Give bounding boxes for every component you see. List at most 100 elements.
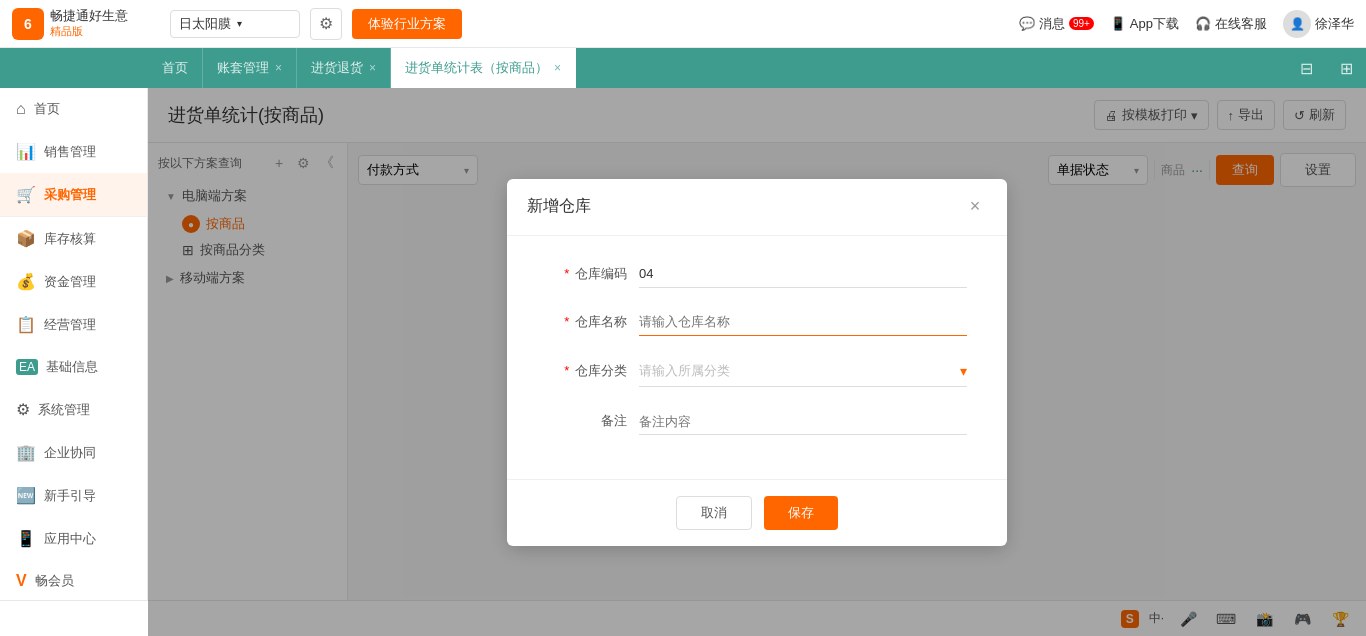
trial-button[interactable]: 体验行业方案: [352, 9, 462, 39]
tab-minimize-button[interactable]: ⊟: [1286, 48, 1326, 88]
cancel-button[interactable]: 取消: [676, 496, 752, 530]
message-icon: 💬: [1019, 16, 1035, 31]
app-edition: 精品版: [50, 24, 128, 39]
tab-bar-actions: ⊟ ⊞: [1286, 48, 1366, 88]
sidebar-item-operations[interactable]: 📋 经营管理: [0, 303, 147, 346]
messages-badge: 99+: [1069, 17, 1094, 30]
logo-area: 6 畅捷通好生意 精品版: [12, 8, 160, 40]
code-input[interactable]: [639, 260, 967, 288]
sidebar-item-member[interactable]: V 畅会员: [0, 560, 147, 602]
modal-header: 新增仓库 ×: [507, 179, 1007, 236]
code-label: * 仓库编码: [547, 265, 627, 283]
tab-home-label: 首页: [162, 59, 188, 77]
tab-purchase-stats-label: 进货单统计表（按商品）: [405, 59, 548, 77]
member-icon: V: [16, 572, 27, 590]
tab-home[interactable]: 首页: [148, 48, 203, 88]
sidebar-item-guide[interactable]: 🆕 新手引导: [0, 474, 147, 517]
sidebar-item-purchase[interactable]: 🛒 采购管理: [0, 173, 147, 216]
avatar: 👤: [1283, 10, 1311, 38]
phone-icon: 📱: [1110, 16, 1126, 31]
sidebar-item-home[interactable]: ⌂ 首页: [0, 88, 147, 130]
note-textarea[interactable]: [639, 407, 967, 435]
sidebar-item-inventory[interactable]: 📦 库存核算: [0, 217, 147, 260]
sidebar-label-home: 首页: [34, 100, 60, 118]
category-label: * 仓库分类: [547, 362, 627, 380]
operations-icon: 📋: [16, 315, 36, 334]
online-service-item[interactable]: 🎧 在线客服: [1195, 15, 1267, 33]
modal-close-button[interactable]: ×: [963, 195, 987, 219]
save-button[interactable]: 保存: [764, 496, 838, 530]
modal-overlay: 新增仓库 × * 仓库编码: [148, 88, 1366, 636]
top-header: 6 畅捷通好生意 精品版 日太阳膜 ▾ ⚙ 体验行业方案 💬 消息 99+ 📱 …: [0, 0, 1366, 48]
tab-expand-button[interactable]: ⊞: [1326, 48, 1366, 88]
close-icon[interactable]: ×: [275, 61, 282, 75]
sidebar-label-finance: 资金管理: [44, 273, 96, 291]
form-row-category: * 仓库分类 请输入所属分类 ▾: [547, 356, 967, 387]
messages-item[interactable]: 💬 消息 99+: [1019, 15, 1094, 33]
sidebar-item-sales[interactable]: 📊 销售管理: [0, 130, 147, 173]
tab-purchase-stats[interactable]: 进货单统计表（按商品） ×: [391, 48, 576, 88]
form-row-name: * 仓库名称: [547, 308, 967, 336]
sidebar-label-system: 系统管理: [38, 401, 90, 419]
modal-add-warehouse: 新增仓库 × * 仓库编码: [507, 179, 1007, 546]
guide-icon: 🆕: [16, 486, 36, 505]
modal-footer: 取消 保存: [507, 479, 1007, 546]
sidebar: ⌂ 首页 📊 销售管理 🛒 采购管理 📦 库存核算 💰 资金管理 📋 经营管理 …: [0, 88, 148, 636]
company-icon: 🏢: [16, 443, 36, 462]
tab-bar: 首页 账套管理 × 进货退货 × 进货单统计表（按商品） × ⊟ ⊞: [0, 48, 1366, 88]
modal-title: 新增仓库: [527, 196, 591, 217]
sidebar-item-company[interactable]: 🏢 企业协同: [0, 431, 147, 474]
modal-body: * 仓库编码 * 仓库名称: [507, 236, 1007, 479]
home-icon: ⌂: [16, 100, 26, 118]
finance-icon: 💰: [16, 272, 36, 291]
name-label: * 仓库名称: [547, 313, 627, 331]
close-icon: ×: [970, 196, 981, 217]
chevron-down-icon: ▾: [237, 18, 242, 29]
messages-label: 消息: [1039, 15, 1065, 33]
sidebar-label-company: 企业协同: [44, 444, 96, 462]
sidebar-label-apps: 应用中心: [44, 530, 96, 548]
app-name: 畅捷通好生意: [50, 8, 128, 25]
name-input[interactable]: [639, 308, 967, 336]
settings-button[interactable]: ⚙: [310, 8, 342, 40]
online-service-label: 在线客服: [1215, 15, 1267, 33]
close-icon[interactable]: ×: [554, 61, 561, 75]
gear-icon: ⚙: [319, 14, 333, 33]
sidebar-item-apps[interactable]: 📱 应用中心: [0, 517, 147, 560]
sidebar-label-purchase: 采购管理: [44, 186, 96, 204]
app-logo-icon: 6: [12, 8, 44, 40]
app-download-item[interactable]: 📱 App下载: [1110, 15, 1179, 33]
header-right: 💬 消息 99+ 📱 App下载 🎧 在线客服 👤 徐泽华: [1019, 10, 1354, 38]
tab-account[interactable]: 账套管理 ×: [203, 48, 297, 88]
main-layout: ⌂ 首页 📊 销售管理 🛒 采购管理 📦 库存核算 💰 资金管理 📋 经营管理 …: [0, 88, 1366, 636]
sales-icon: 📊: [16, 142, 36, 161]
sidebar-label-basic: 基础信息: [46, 358, 98, 376]
purchase-icon: 🛒: [16, 185, 36, 204]
logo-text-area: 畅捷通好生意 精品版: [50, 8, 128, 40]
sidebar-label-sales: 销售管理: [44, 143, 96, 161]
basic-icon: EA: [16, 359, 38, 375]
apps-icon: 📱: [16, 529, 36, 548]
sidebar-item-system[interactable]: ⚙ 系统管理: [0, 388, 147, 431]
tab-purchase-return-label: 进货退货: [311, 59, 363, 77]
category-select[interactable]: 请输入所属分类 ▾: [639, 356, 967, 387]
form-row-code: * 仓库编码: [547, 260, 967, 288]
app-download-label: App下载: [1130, 15, 1179, 33]
sidebar-label-inventory: 库存核算: [44, 230, 96, 248]
note-label: 备注: [547, 412, 627, 430]
content-area: 进货单统计(按商品) 🖨 按模板打印 ▾ ↑ 导出 ↺ 刷新: [148, 88, 1366, 636]
inventory-icon: 📦: [16, 229, 36, 248]
close-icon[interactable]: ×: [369, 61, 376, 75]
tab-purchase-return[interactable]: 进货退货 ×: [297, 48, 391, 88]
tab-account-label: 账套管理: [217, 59, 269, 77]
headset-icon: 🎧: [1195, 16, 1211, 31]
store-name: 日太阳膜: [179, 15, 231, 33]
sidebar-item-basic[interactable]: EA 基础信息: [0, 346, 147, 388]
user-item[interactable]: 👤 徐泽华: [1283, 10, 1354, 38]
category-placeholder: 请输入所属分类: [639, 362, 730, 380]
sidebar-label-guide: 新手引导: [44, 487, 96, 505]
sidebar-item-finance[interactable]: 💰 资金管理: [0, 260, 147, 303]
store-selector[interactable]: 日太阳膜 ▾: [170, 10, 300, 38]
system-icon: ⚙: [16, 400, 30, 419]
form-row-note: 备注: [547, 407, 967, 435]
